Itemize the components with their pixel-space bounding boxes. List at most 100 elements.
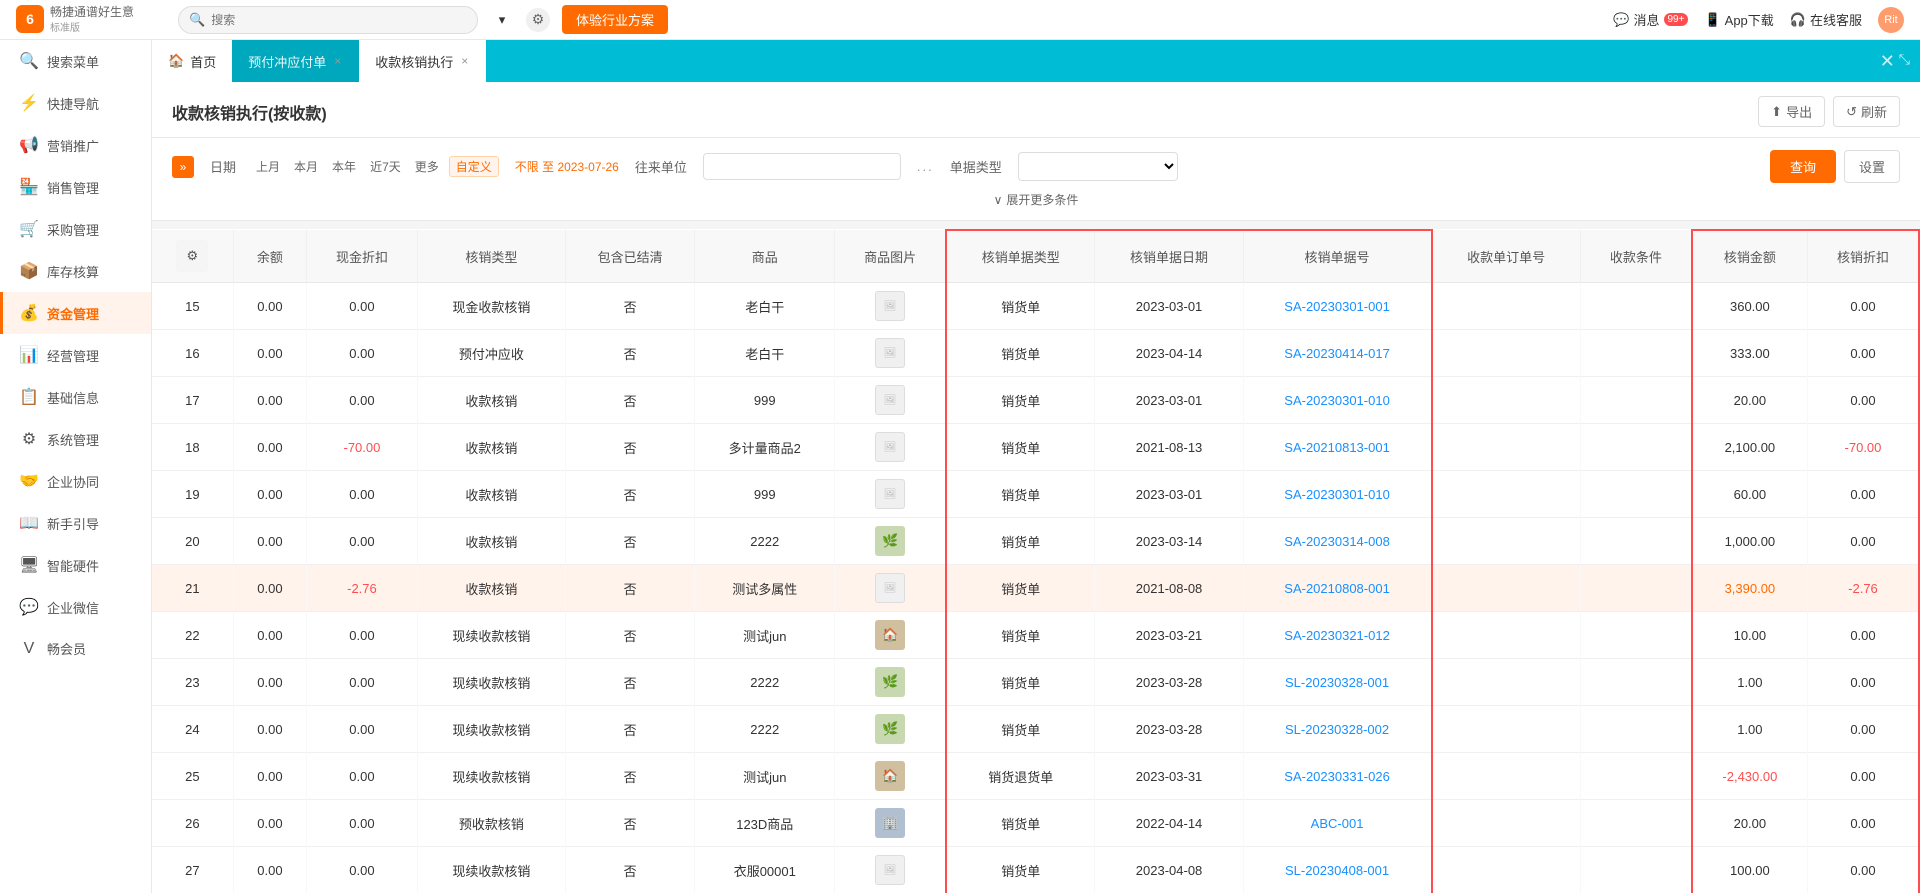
row-writeoff-amount: 1.00 <box>1692 659 1808 706</box>
writeoff-doc-no-link[interactable]: SA-20230314-008 <box>1284 534 1390 549</box>
industry-solution-button[interactable]: 体验行业方案 <box>562 5 668 34</box>
query-button[interactable]: 查询 <box>1770 150 1836 183</box>
row-id: 25 <box>152 753 233 800</box>
sidebar-item-finance[interactable]: 💰 资金管理 <box>0 292 151 334</box>
sidebar-item-purchase[interactable]: 🛒 采购管理 <box>0 208 151 250</box>
row-writeoff-discount: 0.00 <box>1807 800 1919 847</box>
col-collection-terms-header: 收款条件 <box>1580 230 1691 283</box>
search-menu-icon: 🔍 <box>19 51 39 71</box>
expand-window-button[interactable]: ⤡ <box>1899 51 1910 72</box>
close-window-button[interactable]: ✕ <box>1880 51 1895 72</box>
doc-type-select[interactable] <box>1018 152 1178 181</box>
row-writeoff-doc-no: SA-20230414-017 <box>1243 330 1431 377</box>
row-collection-order-no <box>1432 283 1581 330</box>
row-writeoff-type: 现续收款核销 <box>417 659 565 706</box>
sidebar-item-quicknav[interactable]: ⚡ 快捷导航 <box>0 82 151 124</box>
row-writeoff-type: 收款核销 <box>417 518 565 565</box>
row-included-settled: 否 <box>565 706 694 753</box>
row-writeoff-doc-type: 销货单 <box>946 565 1095 612</box>
row-id: 22 <box>152 612 233 659</box>
from-unit-label: 往来单位 <box>635 157 687 176</box>
row-writeoff-doc-date: 2023-04-14 <box>1095 330 1243 377</box>
row-writeoff-type: 收款核销 <box>417 565 565 612</box>
settings-column-icon[interactable]: ⚙ <box>176 240 208 272</box>
col-included-settled-header: 包含已结清 <box>565 230 694 283</box>
row-included-settled: 否 <box>565 377 694 424</box>
sidebar-item-operations[interactable]: 📊 经营管理 <box>0 334 151 376</box>
sidebar-item-wechat[interactable]: 💬 企业微信 <box>0 586 151 628</box>
writeoff-doc-no-link[interactable]: SA-20210808-001 <box>1284 581 1390 596</box>
chevron-down-icon[interactable]: ▾ <box>490 8 514 32</box>
row-collection-terms <box>1580 377 1691 424</box>
app-download-label: App下载 <box>1725 10 1774 29</box>
date-7days-button[interactable]: 近7天 <box>366 156 405 177</box>
row-collection-terms <box>1580 424 1691 471</box>
message-icon: 💬 <box>1613 12 1629 28</box>
row-writeoff-doc-type: 销货单 <box>946 377 1095 424</box>
sidebar-item-marketing[interactable]: 📢 营销推广 <box>0 124 151 166</box>
writeoff-doc-no-link[interactable]: SA-20230321-012 <box>1284 628 1390 643</box>
tab-writeoff-close[interactable]: × <box>459 52 470 70</box>
writeoff-doc-no-link[interactable]: SA-20230301-001 <box>1284 299 1390 314</box>
app-download-button[interactable]: 📱 App下载 <box>1704 10 1773 29</box>
date-custom-button[interactable]: 自定义 <box>449 156 499 177</box>
sidebar-item-hardware[interactable]: 🖥 智能硬件 <box>0 544 151 586</box>
sidebar-item-collab[interactable]: 🤝 企业协同 <box>0 460 151 502</box>
search-bar[interactable]: 🔍 <box>178 6 478 34</box>
date-label: 日期 <box>210 157 236 176</box>
table-row: 21 0.00 -2.76 收款核销 否 测试多属性 🖼 销货单 2021-08… <box>152 565 1919 612</box>
writeoff-doc-no-link[interactable]: SL-20230328-002 <box>1285 722 1389 737</box>
table-row: 26 0.00 0.00 预收款核销 否 123D商品 🏢 销货单 2022-0… <box>152 800 1919 847</box>
row-goods-image: 🖼 <box>835 377 946 424</box>
row-writeoff-amount: 333.00 <box>1692 330 1808 377</box>
row-cash-discount: 0.00 <box>307 800 418 847</box>
refresh-button[interactable]: ↺ 刷新 <box>1833 96 1900 127</box>
sidebar-item-search[interactable]: 🔍 搜索菜单 <box>0 40 151 82</box>
sidebar-item-guide[interactable]: 📖 新手引导 <box>0 502 151 544</box>
setting-button[interactable]: 设置 <box>1844 150 1900 183</box>
date-prev-month-button[interactable]: 上月 <box>252 156 284 177</box>
sidebar-item-basic-info[interactable]: 📋 基础信息 <box>0 376 151 418</box>
writeoff-doc-no-link[interactable]: SA-20230301-010 <box>1284 393 1390 408</box>
writeoff-doc-no-link[interactable]: SA-20210813-001 <box>1284 440 1390 455</box>
date-more-button[interactable]: 更多 <box>411 156 443 177</box>
online-service-button[interactable]: 🎧 在线客服 <box>1790 10 1862 29</box>
date-curr-year-button[interactable]: 本年 <box>328 156 360 177</box>
tab-writeoff[interactable]: 收款核销执行 × <box>359 40 486 82</box>
writeoff-doc-no-link[interactable]: SA-20230301-010 <box>1284 487 1390 502</box>
table-row: 22 0.00 0.00 现续收款核销 否 测试jun 🏠 销货单 2023-0… <box>152 612 1919 659</box>
tab-prepaid-close[interactable]: × <box>332 52 343 70</box>
filter-action-buttons: 查询 设置 <box>1770 150 1900 183</box>
user-area[interactable]: Rit <box>1878 7 1904 33</box>
message-button[interactable]: 💬 消息 99+ <box>1613 10 1688 29</box>
writeoff-doc-no-link[interactable]: SA-20230331-026 <box>1284 769 1390 784</box>
col-settings-header[interactable]: ⚙ <box>152 230 233 283</box>
date-curr-month-button[interactable]: 本月 <box>290 156 322 177</box>
row-collection-order-no <box>1432 471 1581 518</box>
sidebar-item-inventory[interactable]: 📦 库存核算 <box>0 250 151 292</box>
tab-prepaid[interactable]: 预付冲应付单 × <box>232 40 359 82</box>
row-writeoff-doc-date: 2023-03-01 <box>1095 283 1243 330</box>
filter-expand-button[interactable]: » <box>172 156 194 178</box>
search-input[interactable] <box>211 13 467 27</box>
row-cash-discount: 0.00 <box>307 330 418 377</box>
row-writeoff-doc-date: 2023-03-01 <box>1095 471 1243 518</box>
expand-more-button[interactable]: ∨ 展开更多条件 <box>994 191 1079 208</box>
date-range-text: 不限 至 2023-07-26 <box>515 158 619 175</box>
writeoff-doc-no-link[interactable]: ABC-001 <box>1311 816 1364 831</box>
col-writeoff-doc-date-header: 核销单据日期 <box>1095 230 1243 283</box>
export-button[interactable]: ⬆ 导出 <box>1758 96 1825 127</box>
sidebar-item-system[interactable]: ⚙ 系统管理 <box>0 418 151 460</box>
row-writeoff-amount: 360.00 <box>1692 283 1808 330</box>
row-goods-image: 🏠 <box>835 612 946 659</box>
row-writeoff-doc-type: 销货单 <box>946 518 1095 565</box>
gear-button[interactable]: ⚙ <box>526 8 550 32</box>
from-unit-input[interactable] <box>703 153 901 180</box>
sidebar-item-sales[interactable]: 🏪 销售管理 <box>0 166 151 208</box>
writeoff-doc-no-link[interactable]: SA-20230414-017 <box>1284 346 1390 361</box>
writeoff-doc-no-link[interactable]: SL-20230408-001 <box>1285 863 1389 878</box>
row-collection-terms <box>1580 753 1691 800</box>
tab-home[interactable]: 🏠 首页 <box>152 40 232 82</box>
sidebar-item-member[interactable]: V 畅会员 <box>0 628 151 669</box>
writeoff-doc-no-link[interactable]: SL-20230328-001 <box>1285 675 1389 690</box>
